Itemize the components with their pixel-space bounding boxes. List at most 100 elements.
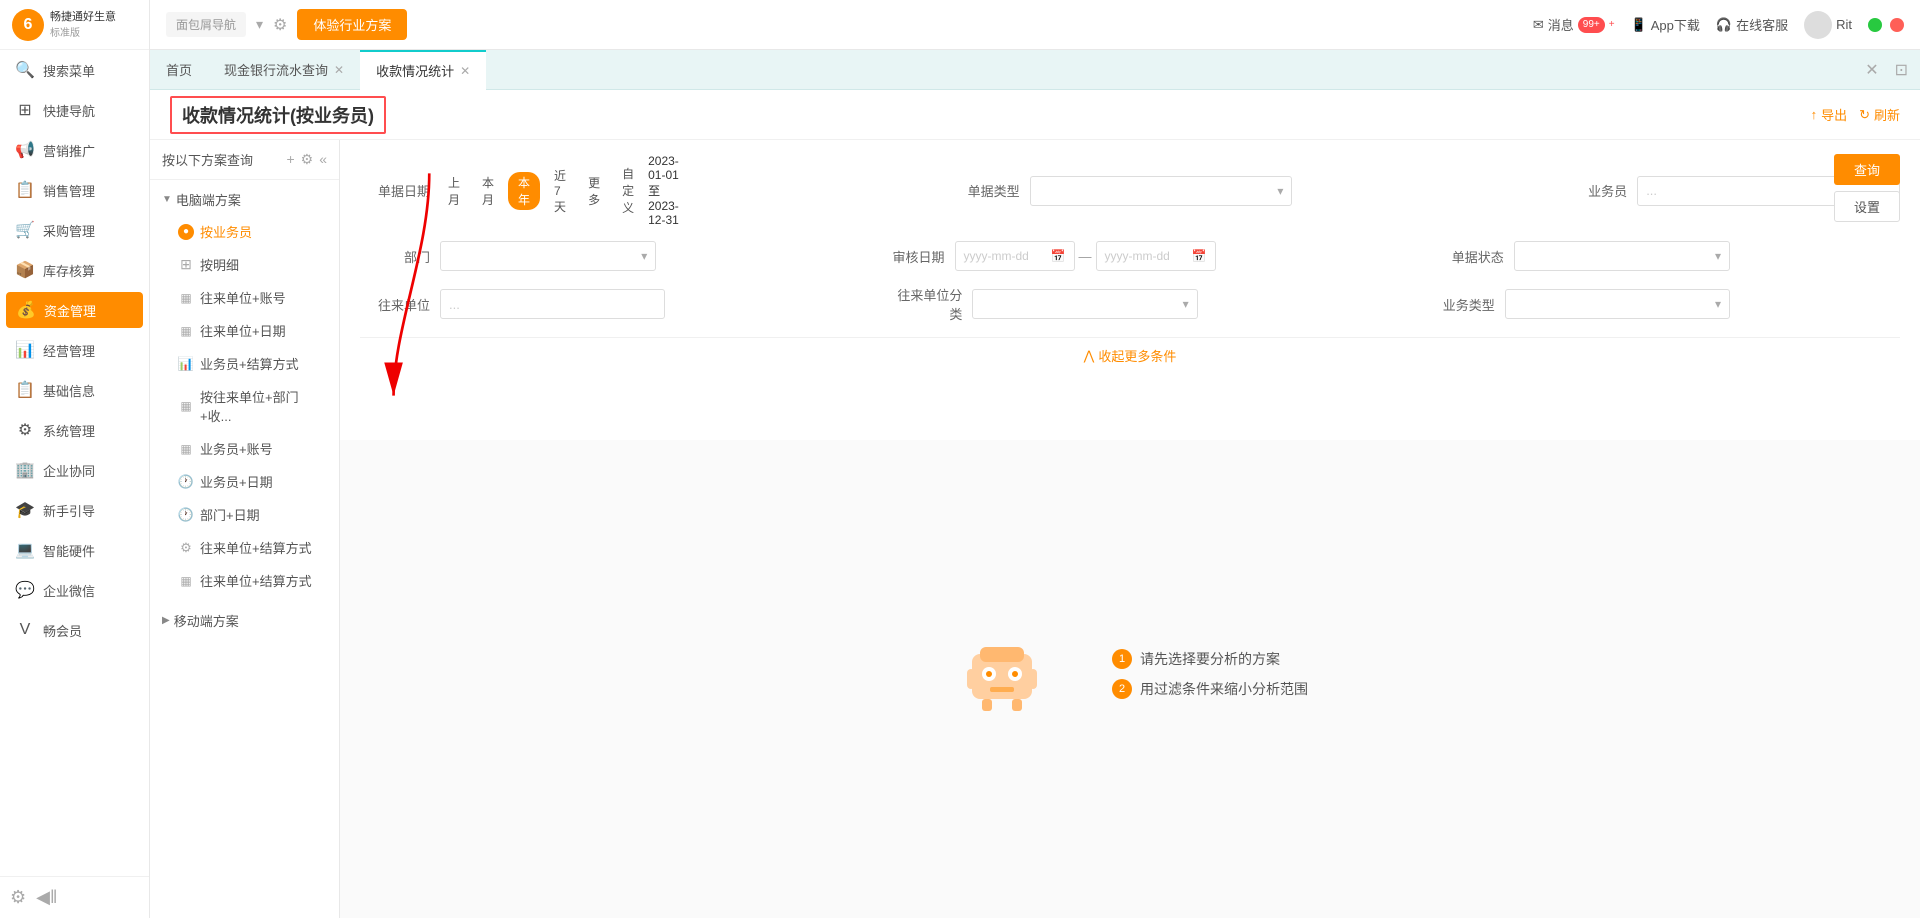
- scheme-group-mobile-header[interactable]: ▶ 移动端方案: [150, 605, 339, 636]
- tab-close-all-icon[interactable]: ✕: [1865, 60, 1878, 80]
- smart-hardware-icon: 💻: [15, 540, 35, 560]
- business-type-label: 业务类型: [1425, 295, 1495, 314]
- settings-filter-btn[interactable]: 设置: [1834, 191, 1900, 222]
- collapse-filters-btn[interactable]: ⋀ 收起更多条件: [360, 337, 1900, 373]
- sidebar-item-inventory[interactable]: 📦 库存核算: [0, 250, 149, 290]
- sidebar-item-basic-info[interactable]: 📋 基础信息: [0, 370, 149, 410]
- header-settings-icon[interactable]: ⚙: [273, 15, 287, 35]
- trial-btn[interactable]: 体验行业方案: [297, 9, 407, 40]
- scheme-item-dept-date[interactable]: 🕐 部门+日期: [150, 498, 339, 531]
- scheme-salesperson-account-icon: ▦: [178, 441, 194, 457]
- sidebar-item-guide[interactable]: 🎓 新手引导: [0, 490, 149, 530]
- shortcut-this-year[interactable]: 本年: [508, 172, 540, 210]
- export-btn[interactable]: ↑ 导出: [1811, 105, 1848, 124]
- counterpart-label: 往来单位: [360, 295, 430, 314]
- panel-header-icons: + ⚙ «: [286, 151, 327, 168]
- voucher-status-select[interactable]: ▾: [1514, 241, 1730, 271]
- tab-bank-flow-close-icon[interactable]: ✕: [334, 63, 344, 77]
- review-date-from[interactable]: yyyy-mm-dd 📅: [955, 241, 1075, 271]
- refresh-btn[interactable]: ↻ 刷新: [1859, 105, 1900, 124]
- scheme-item-unit-dept[interactable]: ▦ 按往来单位+部门+收...: [150, 380, 339, 432]
- scheme-item-salesperson-date[interactable]: 🕐 业务员+日期: [150, 465, 339, 498]
- review-date-from-calendar-icon: 📅: [1051, 249, 1066, 263]
- close-window-btn[interactable]: [1890, 18, 1904, 32]
- query-btn[interactable]: 查询: [1834, 154, 1900, 185]
- scheme-unit-account-icon: ▦: [178, 290, 194, 306]
- scheme-unit-date-icon: ▦: [178, 323, 194, 339]
- tab-collection-stats[interactable]: 收款情况统计 ✕: [360, 50, 486, 90]
- add-scheme-icon[interactable]: +: [286, 151, 294, 168]
- app-download-btn[interactable]: 📱 App下载: [1631, 15, 1700, 34]
- step-num-1: 1: [1112, 649, 1132, 669]
- sidebar-item-sales[interactable]: 📋 销售管理: [0, 170, 149, 210]
- page-title-actions: ↑ 导出 ↻ 刷新: [1811, 105, 1900, 124]
- scheme-item-unit-payment1[interactable]: ⚙ 往来单位+结算方式: [150, 531, 339, 564]
- scheme-group-desktop-header[interactable]: ▼ 电脑端方案: [150, 184, 339, 215]
- guide-icon: 🎓: [15, 500, 35, 520]
- mobile-group-arrow-icon: ▶: [162, 615, 170, 626]
- tab-home[interactable]: 首页: [150, 60, 208, 79]
- online-service-btn[interactable]: 🎧 在线客服: [1716, 15, 1788, 34]
- scheme-item-unit-date[interactable]: ▦ 往来单位+日期: [150, 314, 339, 347]
- service-icon: 🎧: [1716, 17, 1732, 33]
- tab-restore-icon[interactable]: ⊡: [1895, 60, 1908, 80]
- page-title-bar: 收款情况统计(按业务员) ↑ 导出 ↻ 刷新: [150, 90, 1920, 140]
- sidebar-item-finance[interactable]: 💰 资金管理: [6, 292, 143, 328]
- tab-collection-stats-close-icon[interactable]: ✕: [460, 64, 470, 78]
- review-date-to[interactable]: yyyy-mm-dd 📅: [1096, 241, 1216, 271]
- marketing-icon: 📢: [15, 140, 35, 160]
- shortcut-7days[interactable]: 近7天: [546, 165, 574, 217]
- sidebar-item-marketing[interactable]: 📢 营销推广: [0, 130, 149, 170]
- collapse-panel-icon[interactable]: «: [319, 151, 327, 168]
- sidebar-item-membership[interactable]: V 畅会员: [0, 610, 149, 650]
- scheme-unit-payment2-icon: ▦: [178, 573, 194, 589]
- messages-btn[interactable]: ✉ 消息 99+ +: [1533, 15, 1615, 34]
- collapse-sidebar-icon[interactable]: ◀‖: [36, 887, 57, 908]
- breadcrumb-chevron-icon[interactable]: ▾: [256, 16, 263, 33]
- shortcut-more[interactable]: 更多: [580, 172, 608, 210]
- sidebar-item-smart-hardware[interactable]: 💻 智能硬件: [0, 530, 149, 570]
- quick-nav-icon: ⊞: [15, 100, 35, 120]
- sidebar-item-search-menu[interactable]: 🔍 搜索菜单: [0, 50, 149, 90]
- business-type-select[interactable]: ▾: [1505, 289, 1730, 319]
- window-controls: [1868, 18, 1904, 32]
- sidebar-item-operations[interactable]: 📊 经营管理: [0, 330, 149, 370]
- scheme-item-salesperson-payment[interactable]: 📊 业务员+结算方式: [150, 347, 339, 380]
- sidebar-item-system[interactable]: ⚙ 系统管理: [0, 410, 149, 450]
- voucher-status-arrow-icon: ▾: [1715, 249, 1721, 263]
- scheme-item-by-salesperson[interactable]: ● 按业务员: [150, 215, 339, 248]
- scheme-detail-icon: ⊞: [178, 257, 194, 273]
- panel-header-title: 按以下方案查询: [162, 150, 253, 169]
- shortcut-this-month[interactable]: 本月: [474, 172, 502, 210]
- scheme-item-salesperson-account[interactable]: ▦ 业务员+账号: [150, 432, 339, 465]
- tab-bank-flow[interactable]: 现金银行流水查询 ✕: [208, 50, 360, 90]
- empty-steps: 1 请先选择要分析的方案 2 用过滤条件来缩小分析范围: [1112, 649, 1308, 709]
- top-header: 面包屑导航 ▾ ⚙ 体验行业方案 ✉ 消息 99+ + 📱 App下载 🎧 在线…: [150, 0, 1920, 50]
- voucher-status-label: 单据状态: [1434, 247, 1504, 266]
- download-icon: 📱: [1631, 17, 1647, 33]
- scheme-unit-dept-icon: ▦: [178, 398, 194, 414]
- voucher-type-select[interactable]: ▾: [1030, 176, 1293, 206]
- scheme-item-by-detail[interactable]: ⊞ 按明细: [150, 248, 339, 281]
- counterpart-category-select[interactable]: ▾: [972, 289, 1197, 319]
- scheme-item-unit-payment2[interactable]: ▦ 往来单位+结算方式: [150, 564, 339, 597]
- settings-bottom-icon[interactable]: ⚙: [10, 887, 26, 908]
- sidebar-item-enterprise-wechat[interactable]: 💬 企业微信: [0, 570, 149, 610]
- dept-select[interactable]: ▾: [440, 241, 656, 271]
- scheme-item-unit-account[interactable]: ▦ 往来单位+账号: [150, 281, 339, 314]
- salesperson-label: 业务员: [1557, 181, 1627, 200]
- step-num-2: 2: [1112, 679, 1132, 699]
- sidebar-item-purchase[interactable]: 🛒 采购管理: [0, 210, 149, 250]
- dept-filter-label: 部门: [360, 247, 430, 266]
- right-area: 单据日期 上月 本月 本年 近7天 更多 自定义 2023-01-01 至 20…: [340, 140, 1920, 918]
- counterpart-select[interactable]: ...: [440, 289, 665, 319]
- scheme-settings-icon[interactable]: ⚙: [301, 151, 314, 168]
- empty-state-content: 1 请先选择要分析的方案 2 用过滤条件来缩小分析范围: [952, 619, 1308, 739]
- sidebar-item-enterprise[interactable]: 🏢 企业协同: [0, 450, 149, 490]
- empty-robot-svg: [952, 619, 1052, 719]
- sidebar-item-quick-nav[interactable]: ⊞ 快捷导航: [0, 90, 149, 130]
- shortcut-custom[interactable]: 自定义: [614, 163, 642, 218]
- maximize-btn[interactable]: [1868, 18, 1882, 32]
- user-profile[interactable]: Rit: [1804, 11, 1852, 39]
- shortcut-last-month[interactable]: 上月: [440, 172, 468, 210]
